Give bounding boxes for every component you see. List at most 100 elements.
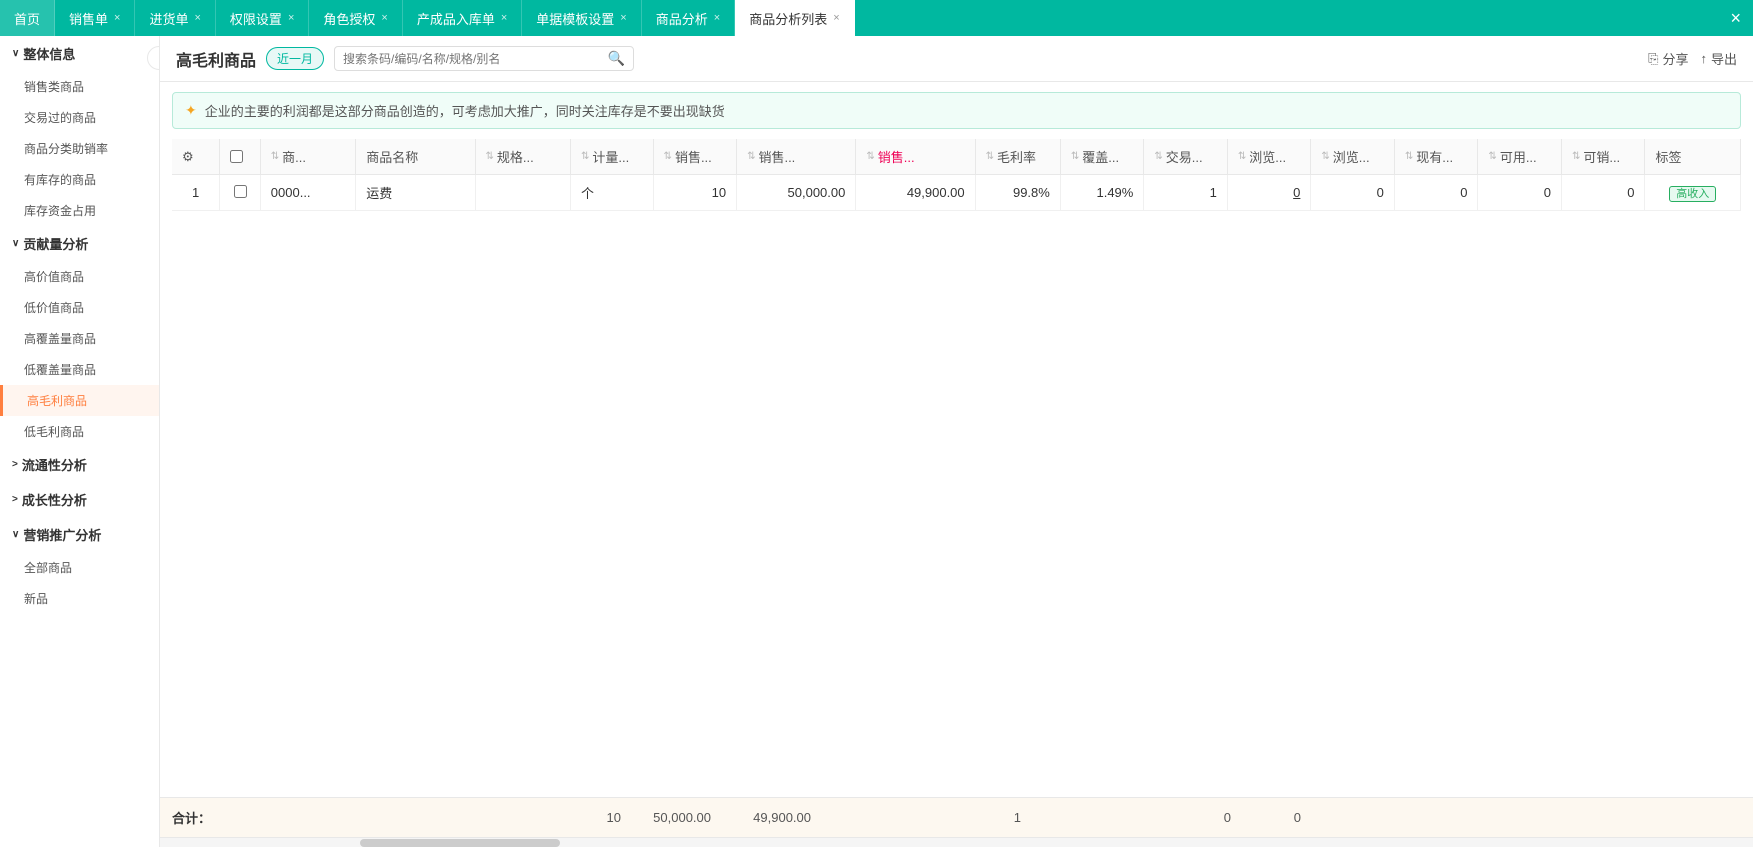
nav-tab-close-2[interactable]: × (194, 12, 200, 24)
nav-tab-6[interactable]: 单据模板设置 × (522, 0, 641, 36)
info-icon: ✦ (185, 102, 197, 119)
cell-spec (475, 175, 570, 211)
nav-tab-7[interactable]: 商品分析 × (642, 0, 735, 36)
chevron-icon: ∨ (12, 529, 19, 540)
col-header-browse1[interactable]: ⇅浏览... (1227, 139, 1311, 175)
cell-browse1[interactable]: 0 (1227, 175, 1311, 211)
search-input[interactable] (343, 52, 608, 66)
info-banner: ✦ 企业的主要的利润都是这部分商品创造的，可考虑加大推广，同时关注库存是不要出现… (172, 92, 1741, 129)
header-actions: ⎘ 分享 ↑ 导出 (1648, 49, 1737, 68)
sidebar-group-3[interactable]: > 成长性分析 (0, 482, 159, 517)
export-button[interactable]: ↑ 导出 (1700, 49, 1737, 68)
sidebar-item-0-2[interactable]: 商品分类助销率 (0, 133, 159, 164)
search-icon[interactable]: 🔍 (608, 50, 625, 67)
table-container: ⚙ ⇅商... 商品名称 (160, 139, 1753, 797)
col-header-sale-profit[interactable]: ⇅销售... (856, 139, 975, 175)
sidebar-item-1-3[interactable]: 低覆盖量商品 (0, 354, 159, 385)
col-header-tag: 标签 (1645, 139, 1741, 175)
nav-tab-3[interactable]: 权限设置 × (216, 0, 309, 36)
content-area: 高毛利商品 近一月 🔍 ⎘ 分享 ↑ 导出 ✦ 企业的主要的利润都是这部分商品创… (160, 36, 1753, 847)
sidebar-item-0-3[interactable]: 有库存的商品 (0, 164, 159, 195)
filter-recent-month-button[interactable]: 近一月 (266, 47, 324, 70)
sidebar-group-2[interactable]: >流通性分析 (0, 447, 159, 482)
select-all-checkbox[interactable] (230, 150, 243, 163)
cell-sale-qty: 10 (653, 175, 737, 211)
nav-tab-close-3[interactable]: × (288, 12, 294, 24)
col-header-unit[interactable]: ⇅计量... (570, 139, 653, 175)
share-label: 分享 (1662, 49, 1688, 68)
horizontal-scrollbar[interactable] (160, 837, 1753, 847)
col-header-spec[interactable]: ⇅规格... (475, 139, 570, 175)
sidebar-item-1-5[interactable]: 低毛利商品 (0, 416, 159, 447)
sidebar-item-1-0[interactable]: 高价值商品 (0, 261, 159, 292)
nav-tab-4[interactable]: 角色授权 × (309, 0, 402, 36)
sidebar-item-0-4[interactable]: 库存资金占用 (0, 195, 159, 226)
col-header-gross-rate[interactable]: ⇅毛利率 (975, 139, 1060, 175)
close-all-button[interactable]: × (1718, 0, 1753, 36)
export-icon: ↑ (1700, 51, 1707, 66)
cell-code[interactable]: 0000... (260, 175, 355, 211)
cell-browse2: 0 (1311, 175, 1395, 211)
col-header-browse2[interactable]: ⇅浏览... (1311, 139, 1395, 175)
col-header-coverage[interactable]: ⇅覆盖... (1060, 139, 1144, 175)
sidebar-group-label-2: 流通性分析 (22, 455, 87, 474)
sidebar-item-0-1[interactable]: 交易过的商品 (0, 102, 159, 133)
share-button[interactable]: ⎘ 分享 (1648, 49, 1688, 68)
cell-trade: 1 (1144, 175, 1228, 211)
nav-tab-8[interactable]: 商品分析列表 × (735, 0, 854, 36)
row-checkbox-0[interactable] (234, 185, 247, 198)
nav-tab-close-5[interactable]: × (501, 12, 507, 24)
nav-tab-close-8[interactable]: × (833, 12, 839, 24)
sidebar-item-1-4[interactable]: 高毛利商品 (0, 385, 159, 416)
footer-trade: 1 (961, 810, 1031, 825)
cell-check[interactable] (220, 175, 261, 211)
sidebar-group-0[interactable]: ∨整体信息 (0, 36, 159, 71)
nav-tab-close-7[interactable]: × (714, 12, 720, 24)
col-header-avail[interactable]: ⇅可用... (1478, 139, 1562, 175)
top-nav: 首页销售单 ×进货单 ×权限设置 ×角色授权 ×产成品入库单 ×单据模板设置 ×… (0, 0, 1753, 36)
nav-tab-5[interactable]: 产成品入库单 × (403, 0, 522, 36)
sidebar-group-label-3: 成长性分析 (22, 490, 87, 509)
nav-tab-close-6[interactable]: × (620, 12, 626, 24)
main-layout: 《 ∨整体信息销售类商品交易过的商品商品分类助销率有库存的商品库存资金占用∨贡献… (0, 36, 1753, 847)
cell-sellable: 0 (1561, 175, 1645, 211)
chevron-icon: > (12, 494, 18, 505)
cell-sale-profit: 49,900.00 (856, 175, 975, 211)
cell-stock: 0 (1394, 175, 1478, 211)
col-header-sale-amt[interactable]: ⇅销售... (737, 139, 856, 175)
data-table: ⚙ ⇅商... 商品名称 (172, 139, 1741, 211)
search-box: 🔍 (334, 46, 634, 71)
sidebar-item-4-1[interactable]: 新品 (0, 583, 159, 614)
footer-stock: 0 (1171, 810, 1241, 825)
col-header-trade[interactable]: ⇅交易... (1144, 139, 1228, 175)
export-label: 导出 (1711, 49, 1737, 68)
sidebar-group-1[interactable]: ∨ 贡献量分析 (0, 226, 159, 261)
footer-sale-qty: 10 (561, 810, 621, 825)
sidebar-item-0-0[interactable]: 销售类商品 (0, 71, 159, 102)
chevron-icon: ∨ (12, 238, 19, 249)
settings-icon[interactable]: ⚙ (182, 149, 194, 165)
info-banner-text: 企业的主要的利润都是这部分商品创造的，可考虑加大推广，同时关注库存是不要出现缺货 (205, 101, 725, 120)
nav-tab-close-1[interactable]: × (114, 12, 120, 24)
cell-coverage: 1.49% (1060, 175, 1144, 211)
nav-tab-2[interactable]: 进货单 × (135, 0, 215, 36)
col-header-stock[interactable]: ⇅现有... (1394, 139, 1478, 175)
col-header-name: 商品名称 (356, 139, 475, 175)
col-header-code[interactable]: ⇅商... (260, 139, 355, 175)
footer-label: 合计： (172, 808, 211, 827)
nav-tab-close-4[interactable]: × (381, 12, 387, 24)
cell-name[interactable]: 运费 (356, 175, 475, 211)
table-header-row: ⚙ ⇅商... 商品名称 (172, 139, 1741, 175)
tag-badge: 高收入 (1669, 186, 1716, 202)
col-header-sale-qty[interactable]: ⇅销售... (653, 139, 737, 175)
cell-gross-rate: 99.8% (975, 175, 1060, 211)
nav-tab-0[interactable]: 首页 (0, 0, 55, 36)
sidebar: 《 ∨整体信息销售类商品交易过的商品商品分类助销率有库存的商品库存资金占用∨贡献… (0, 36, 160, 847)
sidebar-group-4[interactable]: ∨营销推广分析 (0, 517, 159, 552)
col-header-sellable[interactable]: ⇅可销... (1561, 139, 1645, 175)
sidebar-item-4-0[interactable]: 全部商品 (0, 552, 159, 583)
sidebar-group-label-1: 贡献量分析 (23, 234, 88, 253)
sidebar-item-1-1[interactable]: 低价值商品 (0, 292, 159, 323)
sidebar-item-1-2[interactable]: 高覆盖量商品 (0, 323, 159, 354)
nav-tab-1[interactable]: 销售单 × (55, 0, 135, 36)
